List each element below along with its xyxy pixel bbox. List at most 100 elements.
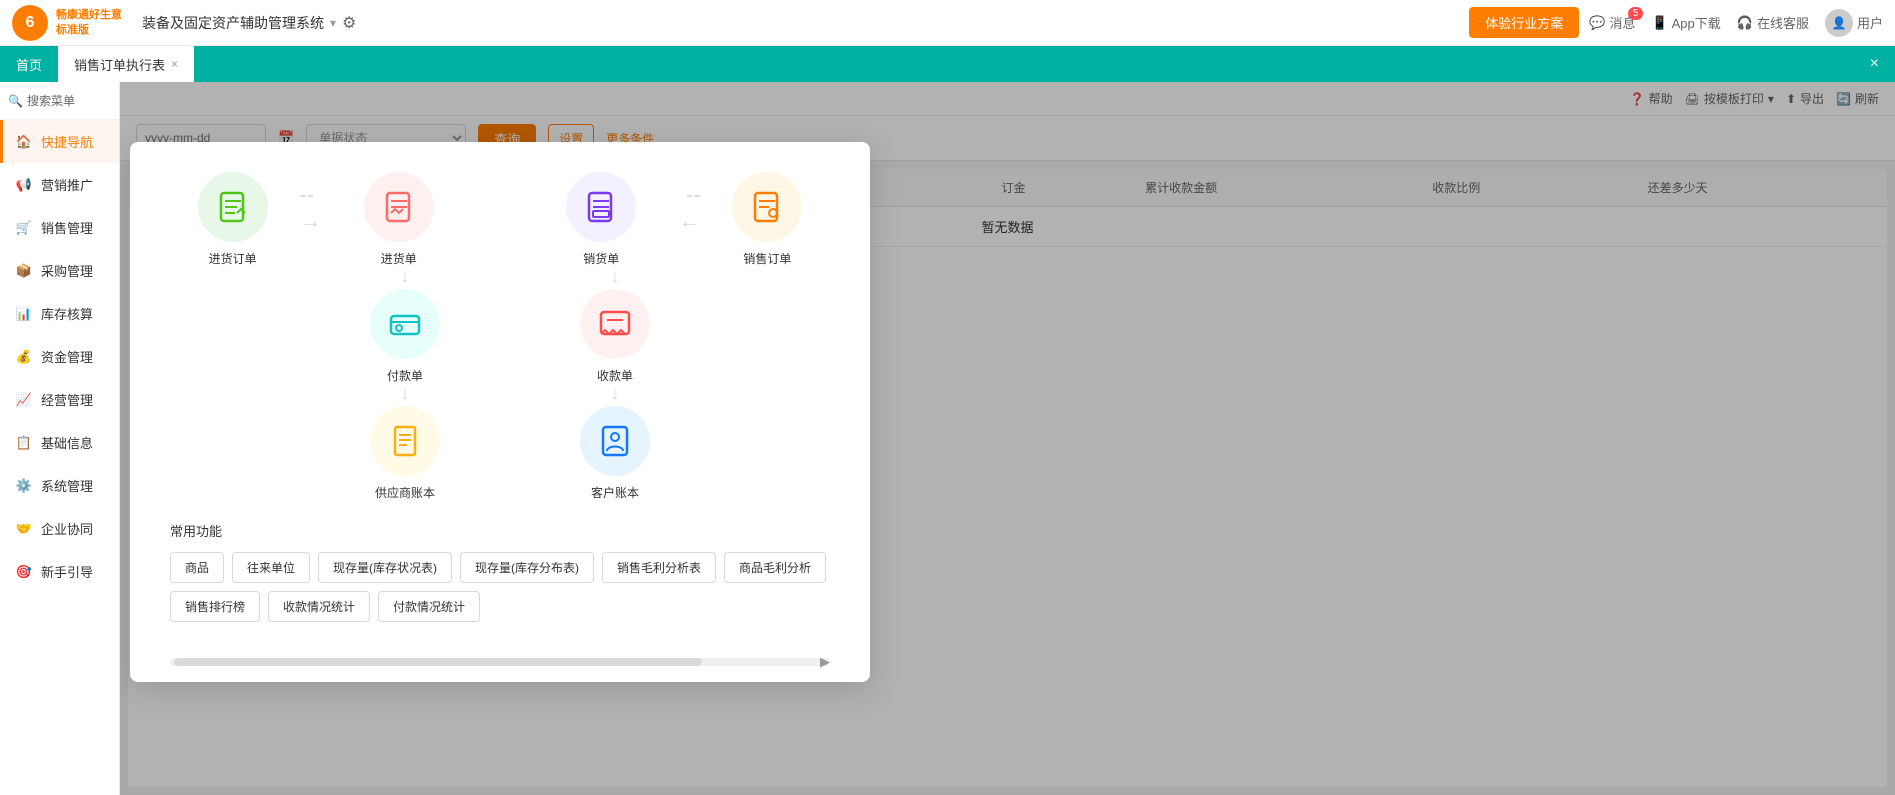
flow-item-customer-ledger[interactable]: 客户账本 (550, 406, 680, 501)
base-info-icon: 📋 (15, 434, 33, 452)
app-container: 6 畅康通好生意 标准版 装备及固定资产辅助管理系统 ▾ ⚙ 体验行业方案 💬 … (0, 0, 1895, 795)
supplier-ledger-label: 供应商账本 (375, 484, 435, 501)
tab-home[interactable]: 首页 (0, 46, 58, 82)
down-arrow-purchase: ↓ (401, 267, 410, 285)
sidebar-item-purchase[interactable]: 📦 采购管理 (0, 249, 119, 292)
sidebar-item-marketing[interactable]: 📢 营销推广 (0, 163, 119, 206)
purchase-order-label: 进货订单 (209, 250, 257, 267)
main-content: 🔍 搜索菜单 🏠 快捷导航 📢 营销推广 🛒 销售管理 📦 采购管理 📊 (0, 82, 1895, 795)
settings-icon[interactable]: ⚙ (342, 13, 356, 33)
payment-icon (370, 289, 440, 359)
marketing-icon: 📢 (15, 176, 33, 194)
tab-sales-order[interactable]: 销售订单执行表 × (58, 46, 194, 82)
purchase-icon: 📦 (15, 262, 33, 280)
trial-button[interactable]: 体验行业方案 (1469, 7, 1579, 38)
down-arrow-receipt: ↓ (611, 384, 620, 402)
modal-scrollbar[interactable] (170, 658, 830, 666)
operations-icon: 📈 (15, 391, 33, 409)
sidebar-item-finance[interactable]: 💰 资金管理 (0, 335, 119, 378)
receipt-label: 收款单 (597, 367, 633, 384)
scroll-right-icon[interactable]: ▶ (820, 654, 830, 670)
flow-section: 进货订单 - - → 进货单 (170, 172, 830, 501)
sidebar-item-sales[interactable]: 🛒 销售管理 (0, 206, 119, 249)
func-btn-receipt-stats[interactable]: 收款情况统计 (268, 591, 370, 622)
func-btn-stock-dist[interactable]: 现存量(库存分布表) (460, 552, 594, 583)
modal-overlay[interactable]: 进货订单 - - → 进货单 (120, 82, 1895, 795)
func-btn-goods[interactable]: 商品 (170, 552, 224, 583)
supplier-ledger-icon (370, 406, 440, 476)
search-icon: 🔍 (8, 94, 23, 108)
sales-slip-icon (566, 172, 636, 242)
headset-icon: 🎧 (1737, 15, 1753, 31)
payment-label: 付款单 (387, 367, 423, 384)
sidebar-item-quick-nav[interactable]: 🏠 快捷导航 (0, 120, 119, 163)
header-right: 💬 消息 5 📱 App下载 🎧 在线客服 👤 用户 (1589, 9, 1883, 37)
down-arrow-payment: ↓ (401, 384, 410, 402)
logo-icon: 6 (12, 5, 48, 41)
arrow-purchase-to-slip: - - → (295, 182, 336, 234)
sidebar-item-enterprise[interactable]: 🤝 企业协同 (0, 507, 119, 550)
customer-ledger-icon (580, 406, 650, 476)
flow-item-purchase-order[interactable]: 进货订单 (170, 172, 295, 267)
sidebar-item-operations[interactable]: 📈 经营管理 (0, 378, 119, 421)
message-badge: 5 (1628, 7, 1644, 20)
func-btn-sales-rank[interactable]: 销售排行榜 (170, 591, 260, 622)
inventory-icon: 📊 (15, 305, 33, 323)
purchase-slip-icon (364, 172, 434, 242)
func-btn-payment-stats[interactable]: 付款情况统计 (378, 591, 480, 622)
system-title: 装备及固定资产辅助管理系统 ▾ ⚙ (142, 13, 1459, 33)
dropdown-arrow-icon[interactable]: ▾ (330, 16, 336, 30)
sidebar-item-system[interactable]: ⚙️ 系统管理 (0, 464, 119, 507)
receipt-icon (580, 289, 650, 359)
sales-slip-label: 销货单 (583, 250, 619, 267)
arrow-sales-order-to-slip: - - → (664, 182, 705, 234)
logo-area: 6 畅康通好生意 标准版 (12, 5, 132, 41)
app-download-button[interactable]: 📱 App下载 (1651, 13, 1720, 32)
system-name: 装备及固定资产辅助管理系统 (142, 13, 324, 33)
nav-tabs: 首页 销售订单执行表 × × (0, 46, 1895, 82)
customer-ledger-label: 客户账本 (591, 484, 639, 501)
page-body: ❓ 帮助 🖨 按模板打印 ▾ ⬆ 导出 🔄 刷新 (120, 82, 1895, 795)
func-btn-sales-gross[interactable]: 销售毛利分析表 (602, 552, 716, 583)
flow-item-payment[interactable]: 付款单 (340, 289, 470, 384)
func-buttons-row1: 商品 往来单位 现存量(库存状况表) 现存量(库存分布表) 销售毛利分析表 商品… (170, 552, 830, 583)
sales-icon: 🛒 (15, 219, 33, 237)
phone-icon: 📱 (1651, 15, 1667, 31)
purchase-slip-label: 进货单 (381, 250, 417, 267)
common-title: 常用功能 (170, 521, 830, 540)
tab-close-icon[interactable]: × (171, 57, 178, 71)
down-arrow-sales: ↓ (611, 267, 620, 285)
flow-item-sales-order[interactable]: 销售订单 (705, 172, 830, 267)
message-icon: 💬 (1589, 15, 1605, 31)
finance-icon: 💰 (15, 348, 33, 366)
sidebar-item-base-info[interactable]: 📋 基础信息 (0, 421, 119, 464)
sidebar-item-newbie[interactable]: 🎯 新手引导 (0, 550, 119, 593)
sidebar-item-inventory[interactable]: 📊 库存核算 (0, 292, 119, 335)
top-header: 6 畅康通好生意 标准版 装备及固定资产辅助管理系统 ▾ ⚙ 体验行业方案 💬 … (0, 0, 1895, 46)
sales-order-label: 销售订单 (743, 250, 791, 267)
newbie-icon: 🎯 (15, 563, 33, 581)
close-all-button[interactable]: × (1854, 55, 1895, 73)
flow-item-receipt[interactable]: 收款单 (550, 289, 680, 384)
sales-order-icon (732, 172, 802, 242)
online-service-button[interactable]: 🎧 在线客服 (1737, 13, 1809, 32)
logo-text: 畅康通好生意 标准版 (56, 8, 122, 37)
modal-box: 进货订单 - - → 进货单 (130, 142, 870, 682)
modal-scrollbar-thumb (174, 658, 702, 666)
user-menu[interactable]: 👤 用户 (1825, 9, 1883, 37)
enterprise-icon: 🤝 (15, 520, 33, 538)
flow-item-supplier-ledger[interactable]: 供应商账本 (340, 406, 470, 501)
common-functions: 常用功能 商品 往来单位 现存量(库存状况表) 现存量(库存分布表) 销售毛利分… (170, 521, 830, 622)
func-btn-goods-gross[interactable]: 商品毛利分析 (724, 552, 826, 583)
user-avatar: 👤 (1825, 9, 1853, 37)
system-icon: ⚙️ (15, 477, 33, 495)
func-buttons-row2: 销售排行榜 收款情况统计 付款情况统计 (170, 591, 830, 622)
flow-item-purchase-slip[interactable]: 进货单 (336, 172, 461, 267)
flow-item-sales-slip[interactable]: 销货单 (539, 172, 664, 267)
func-btn-stock-status[interactable]: 现存量(库存状况表) (318, 552, 452, 583)
sidebar-search[interactable]: 🔍 搜索菜单 (0, 82, 119, 120)
purchase-order-icon (198, 172, 268, 242)
quick-nav-icon: 🏠 (15, 133, 33, 151)
func-btn-contacts[interactable]: 往来单位 (232, 552, 310, 583)
message-button[interactable]: 💬 消息 5 (1589, 13, 1635, 32)
